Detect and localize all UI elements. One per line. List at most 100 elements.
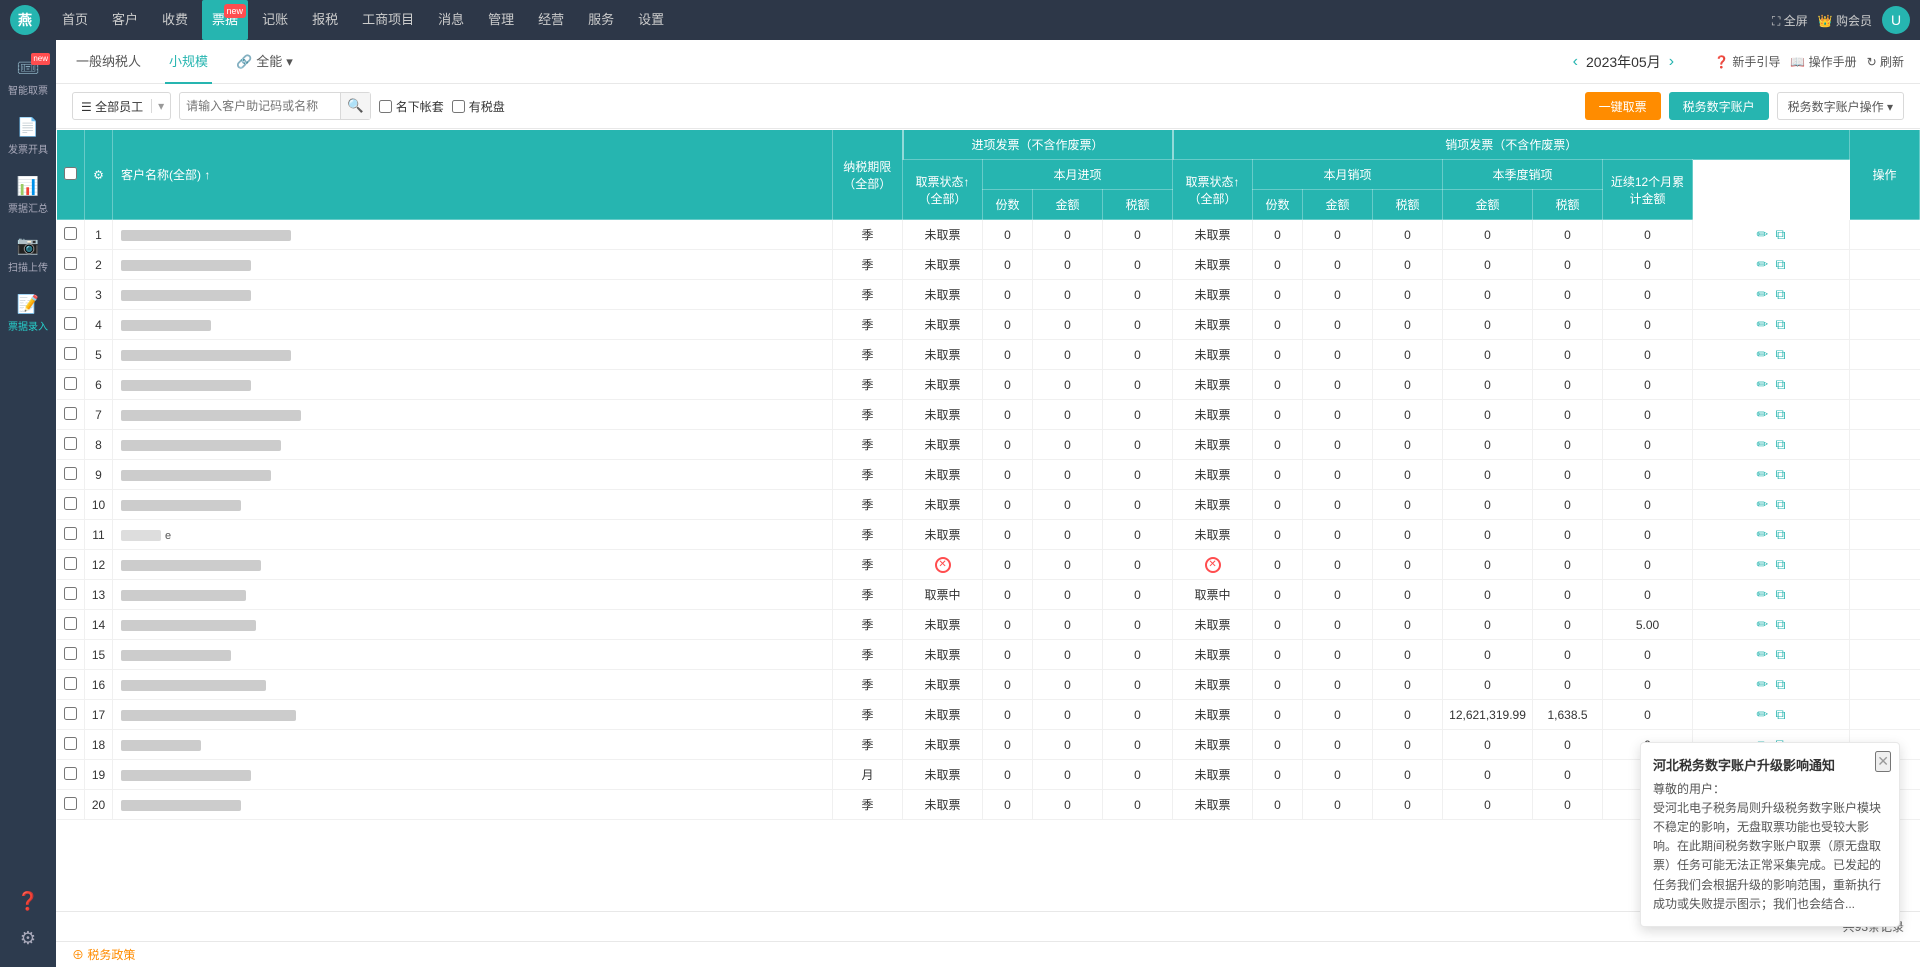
fullscreen-btn[interactable]: ⛶ 全屏 — [1772, 12, 1808, 29]
row-copy-btn[interactable]: ⧉ — [1774, 526, 1788, 543]
row-edit-btn[interactable]: ✏ — [1754, 316, 1770, 333]
tax-digital-account-action-btn[interactable]: 税务数字账户操作 ▾ — [1777, 92, 1904, 120]
nav-message[interactable]: 消息 — [428, 0, 474, 40]
nav-service[interactable]: 服务 — [578, 0, 624, 40]
row-checkbox-cell[interactable] — [57, 520, 85, 550]
row-customer-name[interactable] — [113, 400, 833, 430]
row-checkbox[interactable] — [64, 677, 77, 690]
checkbox-has-taxpad[interactable]: 有税盘 — [452, 98, 505, 115]
row-copy-btn[interactable]: ⧉ — [1774, 466, 1788, 483]
row-customer-name[interactable] — [113, 580, 833, 610]
row-checkbox-cell[interactable] — [57, 700, 85, 730]
period-prev-btn[interactable]: ‹ — [1573, 53, 1578, 71]
row-edit-btn[interactable]: ✏ — [1754, 406, 1770, 423]
row-customer-name[interactable] — [113, 790, 833, 820]
row-customer-name[interactable] — [113, 460, 833, 490]
row-customer-name[interactable] — [113, 760, 833, 790]
row-checkbox-cell[interactable] — [57, 610, 85, 640]
row-customer-name[interactable]: e — [113, 520, 833, 550]
row-edit-btn[interactable]: ✏ — [1754, 286, 1770, 303]
row-checkbox[interactable] — [64, 257, 77, 270]
has-taxpad-checkbox[interactable] — [452, 100, 465, 113]
row-customer-name[interactable] — [113, 280, 833, 310]
row-checkbox[interactable] — [64, 407, 77, 420]
row-copy-btn[interactable]: ⧉ — [1774, 646, 1788, 663]
row-edit-btn[interactable]: ✏ — [1754, 556, 1770, 573]
row-checkbox-cell[interactable] — [57, 430, 85, 460]
sub-account-checkbox[interactable] — [379, 100, 392, 113]
row-checkbox[interactable] — [64, 707, 77, 720]
row-customer-name[interactable] — [113, 700, 833, 730]
sidebar-item-ticket-entry[interactable]: 📝 票据录入 — [0, 286, 56, 341]
sidebar-item-summary[interactable]: 📊 票据汇总 — [0, 168, 56, 223]
employee-select-arrow[interactable]: ▾ — [151, 99, 170, 113]
nav-fee[interactable]: 收费 — [152, 0, 198, 40]
row-edit-btn[interactable]: ✏ — [1754, 616, 1770, 633]
row-checkbox[interactable] — [64, 617, 77, 630]
row-edit-btn[interactable]: ✏ — [1754, 376, 1770, 393]
row-checkbox[interactable] — [64, 437, 77, 450]
row-checkbox-cell[interactable] — [57, 250, 85, 280]
row-edit-btn[interactable]: ✏ — [1754, 646, 1770, 663]
member-btn[interactable]: 👑 购会员 — [1818, 12, 1872, 29]
row-copy-btn[interactable]: ⧉ — [1774, 256, 1788, 273]
row-copy-btn[interactable]: ⧉ — [1774, 226, 1788, 243]
row-copy-btn[interactable]: ⧉ — [1774, 556, 1788, 573]
row-customer-name[interactable] — [113, 490, 833, 520]
row-copy-btn[interactable]: ⧉ — [1774, 706, 1788, 723]
nav-invoice[interactable]: 票据 new — [202, 0, 248, 40]
row-customer-name[interactable] — [113, 310, 833, 340]
row-checkbox-cell[interactable] — [57, 340, 85, 370]
row-copy-btn[interactable]: ⧉ — [1774, 616, 1788, 633]
row-checkbox[interactable] — [64, 797, 77, 810]
row-checkbox[interactable] — [64, 467, 77, 480]
row-checkbox-cell[interactable] — [57, 460, 85, 490]
tax-digital-account-btn[interactable]: 税务数字账户 — [1669, 92, 1769, 120]
row-copy-btn[interactable]: ⧉ — [1774, 346, 1788, 363]
row-copy-btn[interactable]: ⧉ — [1774, 676, 1788, 693]
row-checkbox-cell[interactable] — [57, 400, 85, 430]
row-customer-name[interactable] — [113, 250, 833, 280]
row-checkbox[interactable] — [64, 497, 77, 510]
row-checkbox[interactable] — [64, 377, 77, 390]
nav-manage[interactable]: 管理 — [478, 0, 524, 40]
row-checkbox-cell[interactable] — [57, 220, 85, 250]
row-edit-btn[interactable]: ✏ — [1754, 706, 1770, 723]
row-customer-name[interactable] — [113, 730, 833, 760]
row-edit-btn[interactable]: ✏ — [1754, 496, 1770, 513]
row-copy-btn[interactable]: ⧉ — [1774, 286, 1788, 303]
row-customer-name[interactable] — [113, 430, 833, 460]
search-input[interactable] — [180, 99, 340, 113]
row-checkbox-cell[interactable] — [57, 730, 85, 760]
row-edit-btn[interactable]: ✏ — [1754, 436, 1770, 453]
row-copy-btn[interactable]: ⧉ — [1774, 436, 1788, 453]
row-customer-name[interactable] — [113, 550, 833, 580]
nav-home[interactable]: 首页 — [52, 0, 98, 40]
tab-small-scale[interactable]: 小规模 — [165, 40, 212, 84]
sidebar-item-invoice-issue[interactable]: 📄 发票开具 — [0, 109, 56, 164]
row-customer-name[interactable] — [113, 340, 833, 370]
th-in-status[interactable]: 取票状态↑（全部） — [903, 160, 983, 220]
search-button[interactable]: 🔍 — [340, 93, 370, 119]
row-checkbox[interactable] — [64, 647, 77, 660]
tab-all-capable[interactable]: 🔗 全能 ▾ — [232, 40, 297, 84]
row-copy-btn[interactable]: ⧉ — [1774, 406, 1788, 423]
checkbox-sub-account[interactable]: 名下帐套 — [379, 98, 444, 115]
row-checkbox[interactable] — [64, 557, 77, 570]
notification-close-btn[interactable]: ✕ — [1875, 751, 1891, 772]
nav-tax[interactable]: 报税 — [302, 0, 348, 40]
row-customer-name[interactable] — [113, 640, 833, 670]
row-edit-btn[interactable]: ✏ — [1754, 676, 1770, 693]
row-checkbox[interactable] — [64, 737, 77, 750]
row-customer-name[interactable] — [113, 670, 833, 700]
nav-business[interactable]: 工商项目 — [352, 0, 424, 40]
select-all-checkbox[interactable] — [64, 167, 77, 180]
sidebar-item-help[interactable]: ❓ — [13, 883, 43, 920]
one-key-ticket-btn[interactable]: 一键取票 — [1585, 92, 1661, 120]
nav-bookkeeping[interactable]: 记账 — [252, 0, 298, 40]
tab-general-taxpayer[interactable]: 一般纳税人 — [72, 40, 145, 84]
row-checkbox-cell[interactable] — [57, 760, 85, 790]
row-edit-btn[interactable]: ✏ — [1754, 256, 1770, 273]
logo-icon[interactable]: 燕 — [10, 5, 40, 35]
row-checkbox[interactable] — [64, 527, 77, 540]
